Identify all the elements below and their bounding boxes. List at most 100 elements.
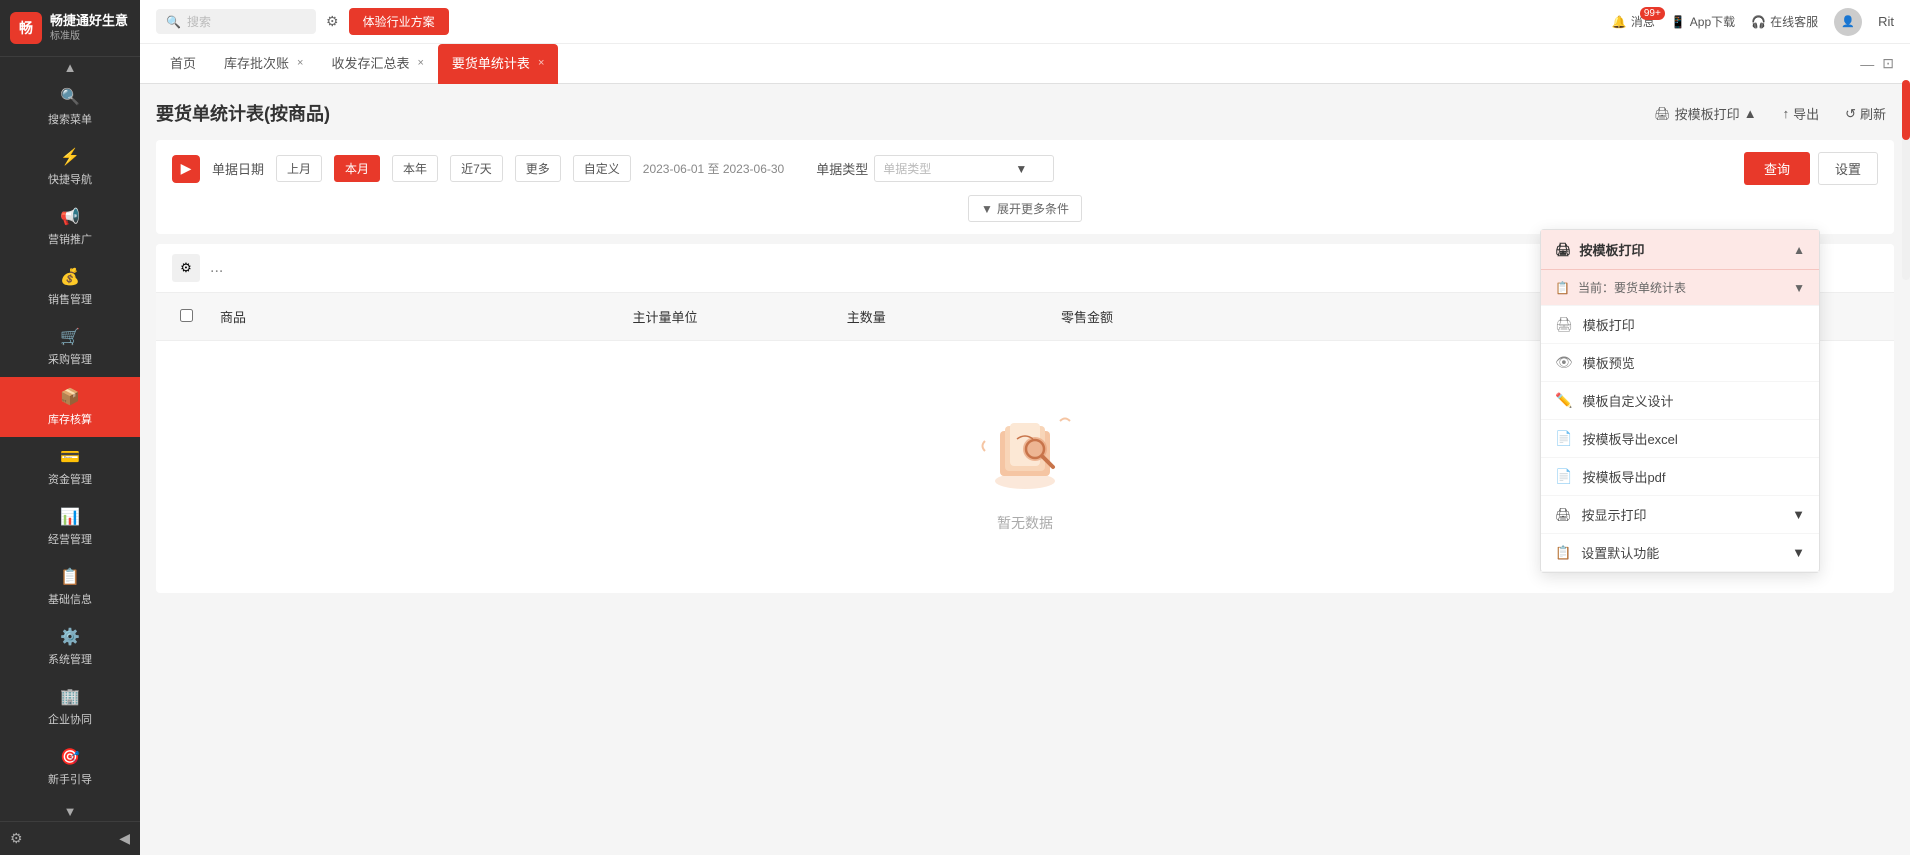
template-print-icon: 🖨 [1555, 316, 1573, 333]
notification-btn[interactable]: 🔔 消息 99+ [1612, 13, 1655, 30]
template-print-item[interactable]: 🖨 模板打印 [1541, 306, 1819, 344]
template-custom-icon: ✏️ [1555, 392, 1572, 409]
empty-state-illustration [975, 401, 1075, 501]
sidebar-item-purchase[interactable]: 🛒 采购管理 [0, 317, 140, 377]
default-func-item[interactable]: 📋 设置默认功能 ▼ [1541, 534, 1819, 572]
topbar-gear-icon[interactable]: ⚙ [326, 13, 339, 30]
col-product-header: 商品 [212, 301, 625, 332]
sidebar-item-enterprise[interactable]: 🏢 企业协同 [0, 677, 140, 737]
tab-home[interactable]: 首页 [156, 44, 210, 84]
template-custom-item[interactable]: ✏️ 模板自定义设计 [1541, 382, 1819, 420]
sidebar-scroll-down[interactable]: ▼ [0, 801, 140, 821]
industry-solution-btn[interactable]: 体验行业方案 [349, 8, 449, 35]
refresh-icon: ↺ [1845, 106, 1856, 122]
right-scrollbar[interactable] [1902, 80, 1910, 280]
print-dropdown-header[interactable]: 🖨 按模板打印 ▲ [1541, 230, 1819, 270]
scrollbar-thumb[interactable] [1902, 80, 1910, 140]
window-maximize-btn[interactable]: ⊡ [1882, 55, 1894, 72]
display-print-icon: 🖨 [1555, 507, 1572, 523]
last7days-btn[interactable]: 近7天 [450, 155, 503, 182]
main-area: 🔍 搜索 ⚙ 体验行业方案 🔔 消息 99+ 📱 App下载 🎧 在线客服 👤 … [140, 0, 1910, 855]
settings-btn[interactable]: 设置 [1818, 152, 1878, 185]
default-func-left: 📋 设置默认功能 [1555, 543, 1659, 562]
tab-receipts[interactable]: 收发存汇总表 × [317, 44, 437, 84]
expand-more-btn[interactable]: ▼ 展开更多条件 [968, 195, 1082, 222]
current-month-btn[interactable]: 本月 [334, 155, 380, 182]
filter-row-date: ▶ 单据日期 上月 本月 本年 近7天 更多 自定义 2023-06-01 至 … [172, 152, 1878, 185]
export-btn[interactable]: ↑ 导出 [1775, 100, 1828, 127]
page-content: 要货单统计表(按商品) 🖨 按模板打印 ▲ ↑ 导出 ↺ 刷新 ▶ 单据日期 上… [140, 84, 1910, 855]
settings-bottom-icon[interactable]: ⚙ [10, 830, 23, 847]
order-type-label: 单据类型 [816, 159, 868, 178]
current-year-btn[interactable]: 本年 [392, 155, 438, 182]
template-preview-item[interactable]: 👁 模板预览 [1541, 344, 1819, 382]
app-download-btn[interactable]: 📱 App下载 [1671, 13, 1735, 30]
tab-batch-close[interactable]: × [297, 57, 303, 69]
inventory-icon: 📦 [60, 387, 80, 407]
default-func-icon: 📋 [1555, 545, 1571, 561]
select-all-checkbox[interactable] [180, 309, 193, 322]
query-btn[interactable]: 查询 [1744, 152, 1810, 185]
current-label-arrow: ▼ [1793, 281, 1805, 295]
sidebar-bottom: ⚙ ◀ [0, 821, 140, 855]
sidebar-item-marketing[interactable]: 📢 营销推广 [0, 197, 140, 257]
print-dropdown-title: 🖨 按模板打印 [1555, 240, 1645, 259]
printer-icon: 🖨 [1654, 106, 1671, 122]
logo-text: 畅捷通好生意 标准版 [50, 13, 128, 43]
print-dropdown: 🖨 按模板打印 ▲ 📋 当前：要货单统计表 ▼ 🖨 模板打印 👁 模板预览 [1540, 229, 1820, 573]
print-current-label[interactable]: 📋 当前：要货单统计表 ▼ [1541, 270, 1819, 306]
tab-batch[interactable]: 库存批次账 × [210, 44, 317, 84]
printer-dropdown-icon: 🖨 [1555, 242, 1572, 258]
sidebar-item-search[interactable]: 🔍 搜索菜单 [0, 77, 140, 137]
col-qty-header: 主数量 [839, 301, 1053, 332]
sidebar-item-finance[interactable]: 💳 资金管理 [0, 437, 140, 497]
user-name: Rit [1878, 14, 1894, 29]
display-print-item[interactable]: 🖨 按显示打印 ▼ [1541, 496, 1819, 534]
sidebar-item-quicknav[interactable]: ⚡ 快捷导航 [0, 137, 140, 197]
order-type-select[interactable]: 单据类型 ▼ [874, 155, 1054, 182]
sidebar-scroll-up[interactable]: ▲ [0, 57, 140, 77]
user-avatar[interactable]: 👤 [1834, 8, 1862, 36]
custom-date-btn[interactable]: 自定义 [573, 155, 631, 182]
default-func-arrow: ▼ [1792, 545, 1805, 560]
export-excel-item[interactable]: 📄 按模板导出excel [1541, 420, 1819, 458]
sidebar-item-inventory[interactable]: 📦 库存核算 [0, 377, 140, 437]
sidebar-item-sales[interactable]: 💰 销售管理 [0, 257, 140, 317]
filter-toggle-btn[interactable]: ▶ [172, 155, 200, 183]
operation-icon: 📊 [60, 507, 80, 527]
expand-icon: ▼ [981, 202, 993, 216]
sidebar-item-basic[interactable]: 📋 基础信息 [0, 557, 140, 617]
table-more-btn[interactable]: ... [210, 259, 223, 277]
sales-icon: 💰 [60, 267, 80, 287]
table-settings-icon[interactable]: ⚙ [172, 254, 200, 282]
export-pdf-icon: 📄 [1555, 468, 1572, 485]
marketing-icon: 📢 [60, 207, 80, 227]
window-minimize-btn[interactable]: — [1860, 56, 1874, 72]
last-month-btn[interactable]: 上月 [276, 155, 322, 182]
topbar-search[interactable]: 🔍 搜索 [156, 9, 316, 34]
window-controls: — ⊡ [1860, 55, 1894, 72]
tab-order-stats[interactable]: 要货单统计表 × [438, 44, 558, 84]
tab-receipts-close[interactable]: × [417, 57, 423, 69]
collapse-icon[interactable]: ◀ [119, 830, 130, 847]
topbar-search-text: 搜索 [187, 13, 211, 30]
filter-bar: ▶ 单据日期 上月 本月 本年 近7天 更多 自定义 2023-06-01 至 … [156, 140, 1894, 234]
guide-icon: 🎯 [60, 747, 80, 767]
sidebar-item-operation[interactable]: 📊 经营管理 [0, 497, 140, 557]
tab-order-stats-close[interactable]: × [538, 57, 544, 69]
sidebar-item-guide[interactable]: 🎯 新手引导 [0, 737, 140, 797]
export-pdf-item[interactable]: 📄 按模板导出pdf [1541, 458, 1819, 496]
sidebar-logo: 畅 畅捷通好生意 标准版 [0, 0, 140, 57]
online-service-btn[interactable]: 🎧 在线客服 [1751, 13, 1818, 30]
refresh-btn[interactable]: ↺ 刷新 [1837, 100, 1894, 127]
page-title: 要货单统计表(按商品) [156, 100, 1894, 126]
app-icon: 📱 [1671, 15, 1686, 29]
print-template-btn[interactable]: 🖨 按模板打印 ▲ [1646, 100, 1764, 127]
more-date-btn[interactable]: 更多 [515, 155, 561, 182]
date-filter-label: 单据日期 [212, 159, 264, 178]
query-settings-btns: 查询 设置 [1744, 152, 1878, 185]
sidebar-item-system[interactable]: ⚙️ 系统管理 [0, 617, 140, 677]
purchase-icon: 🛒 [60, 327, 80, 347]
basic-icon: 📋 [60, 567, 80, 587]
dropdown-collapse-arrow[interactable]: ▲ [1793, 243, 1805, 257]
